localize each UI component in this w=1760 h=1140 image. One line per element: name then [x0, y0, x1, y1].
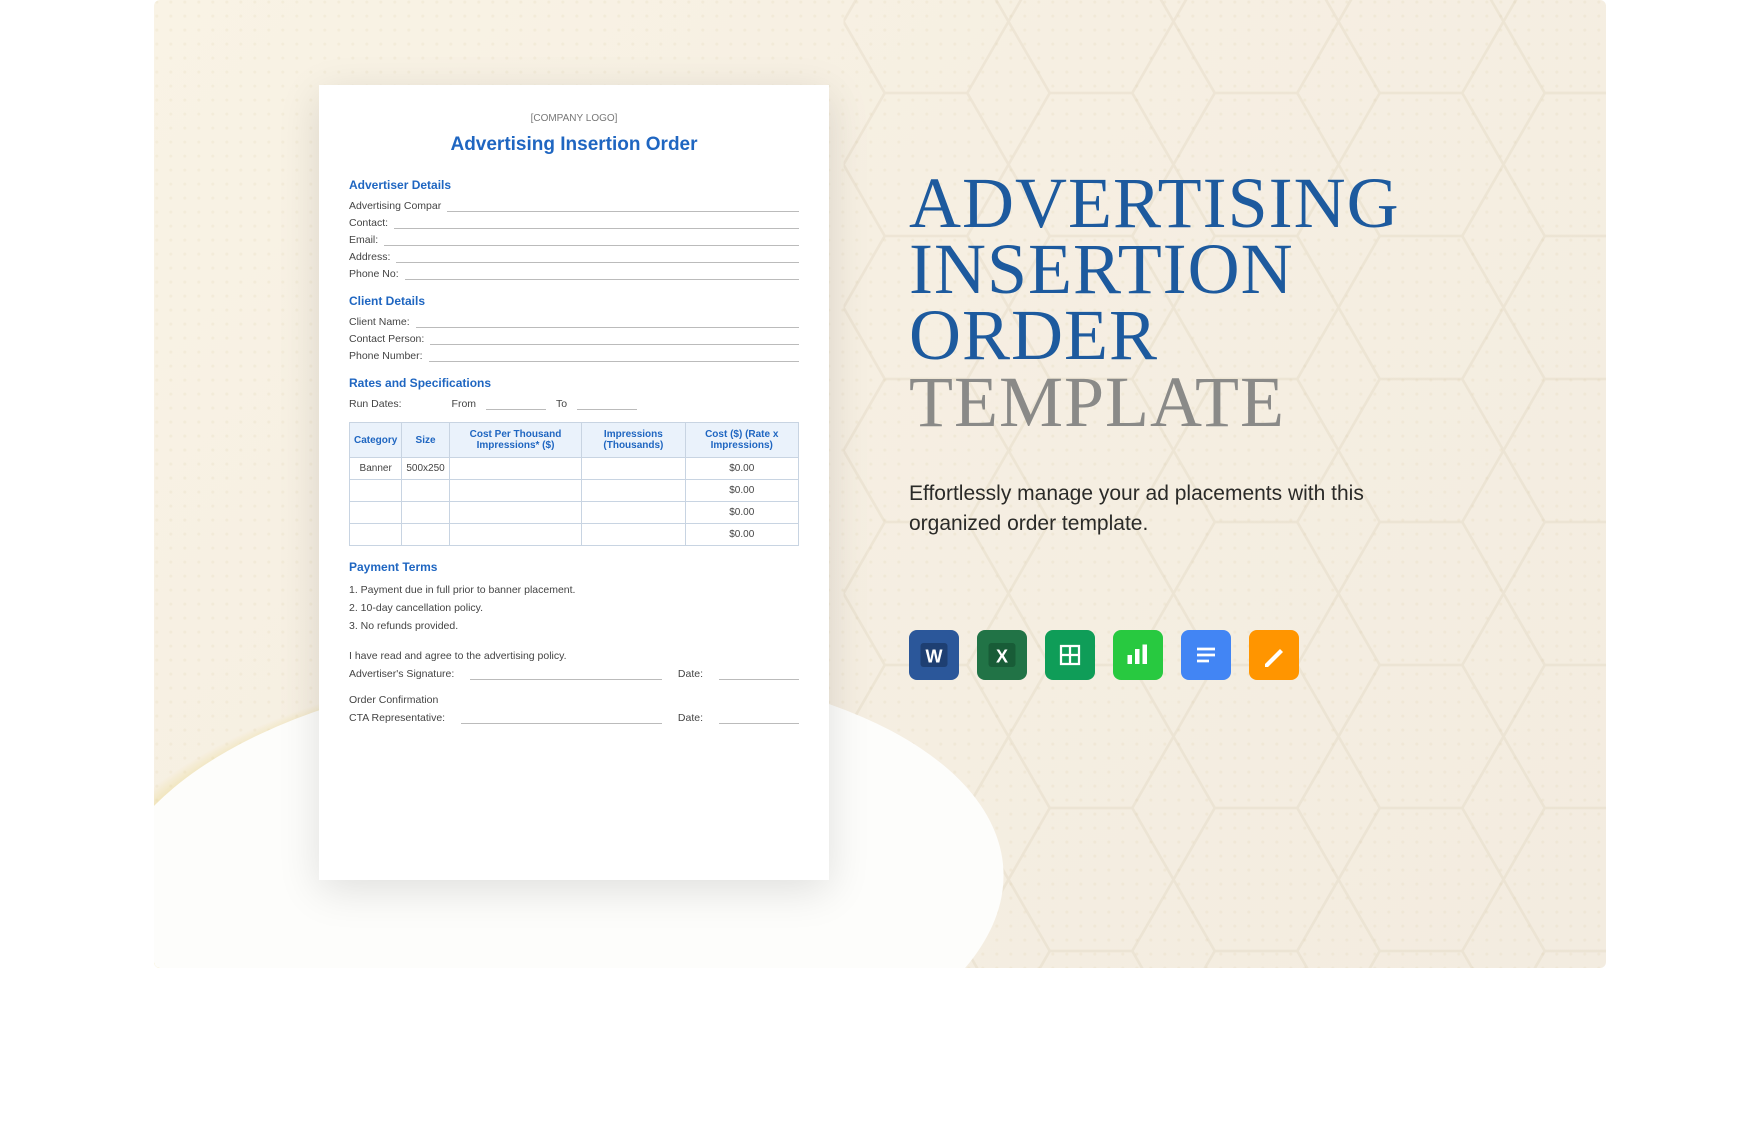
advertiser-details-heading: Advertiser Details: [349, 178, 799, 192]
table-row: Banner500x250$0.00: [350, 458, 799, 480]
advertiser-signature-row: Advertiser's Signature: Date:: [349, 668, 799, 680]
promo-subtitle: Effortlessly manage your ad placements w…: [909, 479, 1429, 540]
run-dates-row: Run Dates: From To: [349, 398, 799, 410]
field-row: Phone Number:: [349, 350, 799, 362]
promo-title: ADVERTISING INSERTION ORDER TEMPLATE: [909, 170, 1606, 435]
rates-heading: Rates and Specifications: [349, 376, 799, 390]
order-confirmation-label: Order Confirmation: [349, 694, 799, 706]
client-details-heading: Client Details: [349, 294, 799, 308]
word-icon: W: [909, 630, 959, 680]
cta-rep-signature-row: CTA Representative: Date:: [349, 712, 799, 724]
table-row: $0.00: [350, 480, 799, 502]
field-row: Advertising Compar: [349, 200, 799, 212]
field-row: Client Name:: [349, 316, 799, 328]
numbers-icon: [1113, 630, 1163, 680]
template-preview-card: [COMPANY LOGO] Advertising Insertion Ord…: [154, 0, 1606, 968]
field-row: Contact Person:: [349, 333, 799, 345]
excel-icon: X: [977, 630, 1027, 680]
company-logo-placeholder: [COMPANY LOGO]: [349, 113, 799, 124]
field-row: Email:: [349, 234, 799, 246]
document-title: Advertising Insertion Order: [349, 134, 799, 156]
svg-text:X: X: [996, 646, 1008, 666]
rates-table: Category Size Cost Per Thousand Impressi…: [349, 422, 799, 546]
field-row: Address:: [349, 251, 799, 263]
svg-text:W: W: [926, 646, 943, 666]
table-row: $0.00: [350, 502, 799, 524]
agreement-text: I have read and agree to the advertising…: [349, 650, 799, 662]
format-icons-row: W X: [909, 630, 1606, 680]
promo-panel: ADVERTISING INSERTION ORDER TEMPLATE Eff…: [829, 0, 1606, 968]
field-row: Phone No:: [349, 268, 799, 280]
field-row: Contact:: [349, 217, 799, 229]
table-row: $0.00: [350, 524, 799, 546]
payment-terms-list: 1. Payment due in full prior to banner p…: [349, 582, 799, 636]
payment-terms-heading: Payment Terms: [349, 560, 799, 574]
pages-icon: [1249, 630, 1299, 680]
sheets-icon: [1045, 630, 1095, 680]
docs-icon: [1181, 630, 1231, 680]
document-preview: [COMPANY LOGO] Advertising Insertion Ord…: [319, 85, 829, 880]
